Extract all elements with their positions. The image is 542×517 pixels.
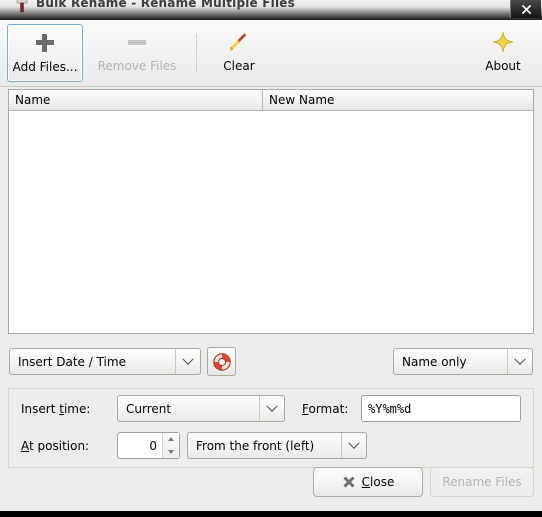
client-area: Add Files... Remove Files Clear About Na… xyxy=(0,20,542,517)
chevron-down-icon xyxy=(507,349,532,374)
plus-icon xyxy=(36,30,54,56)
format-label: Format: xyxy=(302,402,349,416)
column-header-new-name[interactable]: New Name xyxy=(263,90,533,110)
window-title: Bulk Rename - Rename Multiple Files xyxy=(36,0,295,10)
about-button[interactable]: About xyxy=(471,24,535,82)
remove-files-button[interactable]: Remove Files xyxy=(86,24,188,82)
bulk-rename-icon xyxy=(14,0,30,13)
rename-files-label: Rename Files xyxy=(442,475,522,489)
close-button-label: Close xyxy=(361,475,395,489)
file-list-header: Name New Name xyxy=(9,90,533,111)
at-position-value[interactable]: 0 xyxy=(118,433,162,458)
direction-value: From the front (left) xyxy=(196,438,315,453)
toolbar: Add Files... Remove Files Clear About xyxy=(0,20,542,87)
minus-icon xyxy=(128,29,146,55)
close-x-icon xyxy=(343,476,355,488)
chevron-down-icon xyxy=(175,349,200,374)
toolbar-separator xyxy=(196,34,197,72)
rename-files-button[interactable]: Rename Files xyxy=(430,467,534,497)
settings-panel: Insert time: Current Format: %Y%m%d At p… xyxy=(8,388,534,468)
close-icon xyxy=(521,4,531,14)
format-input[interactable]: %Y%m%d xyxy=(361,395,521,422)
rename-scope-value: Name only xyxy=(402,354,467,369)
chevron-down-icon xyxy=(341,433,366,458)
stepper-up-icon[interactable] xyxy=(163,433,179,446)
help-button[interactable] xyxy=(207,347,236,376)
stepper-buttons[interactable] xyxy=(162,433,179,458)
rename-mode-value: Insert Date / Time xyxy=(18,354,126,369)
star-icon xyxy=(491,29,515,55)
about-label: About xyxy=(485,59,521,73)
file-list[interactable]: Name New Name xyxy=(8,89,534,334)
close-button[interactable]: Close xyxy=(313,467,423,497)
at-position-stepper[interactable]: 0 xyxy=(117,432,180,459)
remove-files-label: Remove Files xyxy=(97,59,177,73)
at-position-label: At position: xyxy=(21,439,90,453)
dialog-button-row: Close Rename Files xyxy=(0,467,542,499)
add-files-button[interactable]: Add Files... xyxy=(7,24,83,82)
insert-time-combo[interactable]: Current xyxy=(117,395,285,422)
mode-row: Insert Date / Time Name only xyxy=(0,340,542,382)
column-header-name[interactable]: Name xyxy=(9,90,263,110)
window-close-button[interactable] xyxy=(510,0,541,18)
lifebuoy-icon xyxy=(212,352,231,371)
insert-time-label: Insert time: xyxy=(21,402,91,416)
chevron-down-icon xyxy=(259,396,284,421)
stepper-down-icon[interactable] xyxy=(163,446,179,459)
bulk-rename-window: Bulk Rename - Rename Multiple Files Add … xyxy=(0,0,542,517)
rename-mode-combo[interactable]: Insert Date / Time xyxy=(9,348,201,375)
format-value: %Y%m%d xyxy=(368,401,412,416)
file-list-body[interactable] xyxy=(9,111,533,333)
title-bar[interactable]: Bulk Rename - Rename Multiple Files xyxy=(0,0,542,20)
rename-scope-combo[interactable]: Name only xyxy=(393,348,533,375)
clear-button[interactable]: Clear xyxy=(210,24,268,82)
clear-label: Clear xyxy=(223,59,255,73)
direction-combo[interactable]: From the front (left) xyxy=(187,432,367,459)
broom-icon xyxy=(227,29,251,55)
add-files-label: Add Files... xyxy=(12,60,78,74)
insert-time-value: Current xyxy=(126,401,172,416)
